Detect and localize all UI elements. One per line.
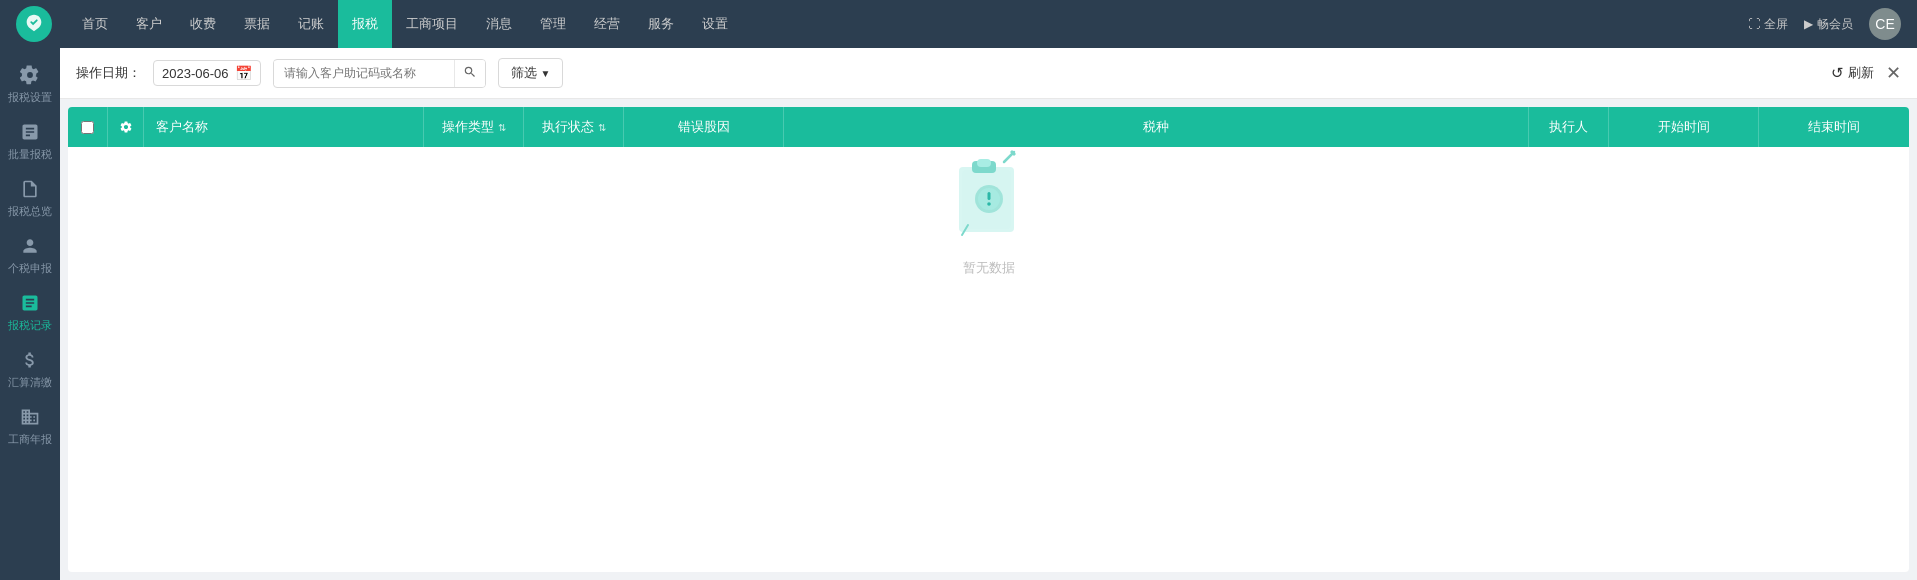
- nav-item-invoice[interactable]: 票据: [230, 0, 284, 48]
- nav-item-settings[interactable]: 设置: [688, 0, 742, 48]
- empty-text: 暂无数据: [963, 259, 1015, 277]
- fullscreen-icon: ⛶: [1748, 17, 1760, 31]
- sidebar-item-personal-tax[interactable]: 个税申报: [0, 227, 60, 284]
- table-header: 客户名称 操作类型 ⇅ 执行状态 ⇅ 错误股因 税种 执行人: [68, 107, 1909, 147]
- table-container: 客户名称 操作类型 ⇅ 执行状态 ⇅ 错误股因 税种 执行人: [68, 107, 1909, 572]
- content-area: 操作日期： 2023-06-06 📅 筛选 ▼ ↺ 刷新 ✕: [60, 48, 1917, 580]
- svg-rect-6: [987, 192, 990, 200]
- sidebar-label-tax-settings: 报税设置: [8, 90, 52, 105]
- personal-tax-icon: [19, 235, 41, 257]
- sidebar-label-settlement: 汇算清缴: [8, 375, 52, 390]
- sidebar-item-annual-report[interactable]: 工商年报: [0, 398, 60, 455]
- tax-settings-icon: [19, 64, 41, 86]
- main-layout: 报税设置 批量报税 报税总览 个税申报 报税记录: [0, 48, 1917, 580]
- th-error: 错误股因: [624, 107, 784, 147]
- empty-state: 暂无数据: [68, 147, 1909, 277]
- refresh-button[interactable]: ↺ 刷新: [1831, 64, 1874, 82]
- member-btn[interactable]: ▶ 畅会员: [1804, 16, 1853, 33]
- th-name: 客户名称: [144, 107, 424, 147]
- sidebar-label-personal-tax: 个税申报: [8, 261, 52, 276]
- date-value: 2023-06-06: [162, 66, 229, 81]
- optype-sort-icon: ⇅: [498, 122, 506, 133]
- tax-summary-icon: [19, 178, 41, 200]
- settlement-icon: [19, 349, 41, 371]
- nav-item-service[interactable]: 服务: [634, 0, 688, 48]
- sidebar-item-tax-record[interactable]: 报税记录: [0, 284, 60, 341]
- nav-right-area: ⛶ 全屏 ▶ 畅会员 CE: [1748, 8, 1901, 40]
- refresh-icon: ↺: [1831, 64, 1844, 82]
- table-body: 暂无数据: [68, 147, 1909, 572]
- search-button[interactable]: [454, 60, 485, 87]
- toolbar: 操作日期： 2023-06-06 📅 筛选 ▼ ↺ 刷新 ✕: [60, 48, 1917, 99]
- nav-item-industry[interactable]: 工商项目: [392, 0, 472, 48]
- th-executor: 执行人: [1529, 107, 1609, 147]
- sidebar-item-batch-tax[interactable]: 批量报税: [0, 113, 60, 170]
- filter-label: 筛选: [511, 64, 537, 82]
- refresh-label: 刷新: [1848, 64, 1874, 82]
- nav-items-list: 首页 客户 收费 票据 记账 报税 工商项目 消息 管理 经营 服务 设置: [68, 0, 1748, 48]
- th-end: 结束时间: [1759, 107, 1909, 147]
- status-sort-icon: ⇅: [598, 122, 606, 133]
- sidebar-label-tax-summary: 报税总览: [8, 204, 52, 219]
- svg-point-7: [987, 202, 991, 206]
- video-icon: ▶: [1804, 17, 1813, 31]
- avatar-text: CE: [1875, 16, 1894, 32]
- close-button[interactable]: ✕: [1886, 64, 1901, 82]
- sidebar-item-settlement[interactable]: 汇算清缴: [0, 341, 60, 398]
- date-picker[interactable]: 2023-06-06 📅: [153, 60, 261, 86]
- search-box: [273, 59, 486, 88]
- select-all-checkbox[interactable]: [81, 121, 94, 134]
- nav-item-operation[interactable]: 经营: [580, 0, 634, 48]
- tax-record-icon: [19, 292, 41, 314]
- sidebar-label-annual-report: 工商年报: [8, 432, 52, 447]
- toolbar-right: ↺ 刷新 ✕: [1831, 64, 1901, 82]
- top-navigation: 首页 客户 收费 票据 记账 报税 工商项目 消息 管理 经营 服务 设置 ⛶ …: [0, 0, 1917, 48]
- svg-rect-3: [977, 159, 991, 167]
- nav-item-billing[interactable]: 收费: [176, 0, 230, 48]
- fullscreen-btn[interactable]: ⛶ 全屏: [1748, 16, 1788, 33]
- th-status[interactable]: 执行状态 ⇅: [524, 107, 624, 147]
- sidebar: 报税设置 批量报税 报税总览 个税申报 报税记录: [0, 48, 60, 580]
- nav-item-tax[interactable]: 报税: [338, 0, 392, 48]
- sidebar-label-tax-record: 报税记录: [8, 318, 52, 333]
- nav-item-manage[interactable]: 管理: [526, 0, 580, 48]
- calendar-icon: 📅: [235, 65, 252, 81]
- nav-item-customer[interactable]: 客户: [122, 0, 176, 48]
- th-tax: 税种: [784, 107, 1529, 147]
- annual-report-icon: [19, 406, 41, 428]
- th-gear[interactable]: [108, 107, 144, 147]
- nav-item-message[interactable]: 消息: [472, 0, 526, 48]
- sidebar-item-tax-summary[interactable]: 报税总览: [0, 170, 60, 227]
- nav-item-home[interactable]: 首页: [68, 0, 122, 48]
- member-label: 畅会员: [1817, 16, 1853, 33]
- search-input[interactable]: [274, 61, 454, 85]
- th-start: 开始时间: [1609, 107, 1759, 147]
- fullscreen-label: 全屏: [1764, 16, 1788, 33]
- nav-item-bookkeeping[interactable]: 记账: [284, 0, 338, 48]
- batch-tax-icon: [19, 121, 41, 143]
- empty-illustration: [944, 147, 1034, 247]
- sidebar-item-tax-settings[interactable]: 报税设置: [0, 56, 60, 113]
- filter-button[interactable]: 筛选 ▼: [498, 58, 564, 88]
- th-optype[interactable]: 操作类型 ⇅: [424, 107, 524, 147]
- sidebar-label-batch-tax: 批量报税: [8, 147, 52, 162]
- chevron-down-icon: ▼: [541, 68, 551, 79]
- app-logo[interactable]: [16, 6, 52, 42]
- th-checkbox[interactable]: [68, 107, 108, 147]
- date-label: 操作日期：: [76, 64, 141, 82]
- user-avatar[interactable]: CE: [1869, 8, 1901, 40]
